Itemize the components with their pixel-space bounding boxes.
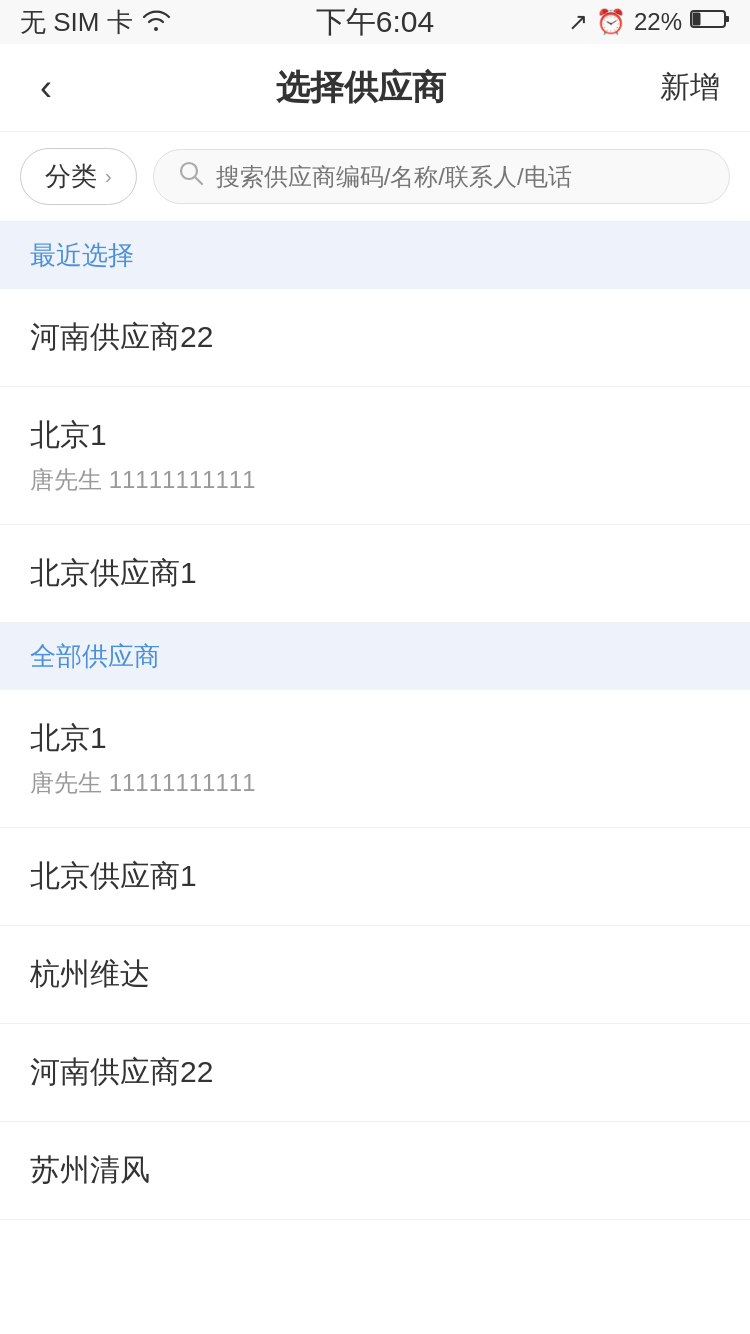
all-section-header: 全部供应商 [0, 623, 750, 690]
status-bar: 无 SIM 卡 下午6:04 ↗ ⏰ 22% [0, 0, 750, 44]
recent-list-item[interactable]: 北京供应商1 [0, 525, 750, 623]
search-input[interactable] [216, 163, 705, 191]
all-list: 北京1 唐先生 11111111111 北京供应商1 杭州维达河南供应商22 苏州清风 [0, 690, 750, 1220]
category-button[interactable]: 分类 › [20, 148, 137, 205]
back-button[interactable]: ‹ [30, 57, 62, 119]
status-right: ↗ ⏰ 22% [568, 8, 730, 36]
wifi-icon [141, 7, 171, 38]
recent-section-label: 最近选择 [30, 240, 134, 270]
recent-section-header: 最近选择 [0, 222, 750, 289]
all-list-item[interactable]: 杭州维达 [0, 926, 750, 1024]
svg-rect-1 [725, 16, 729, 22]
recent-list: 河南供应商22 北京1 唐先生 11111111111 北京供应商1 [0, 289, 750, 623]
alarm-icon: ⏰ [596, 8, 626, 36]
all-section-label: 全部供应商 [30, 641, 160, 671]
signal-text: 无 SIM 卡 [20, 5, 133, 40]
nav-bar: ‹ 选择供应商 新增 [0, 44, 750, 132]
category-label: 分类 [45, 159, 97, 194]
recent-list-item[interactable]: 河南供应商22 [0, 289, 750, 387]
status-time: 下午6:04 [316, 2, 434, 43]
supplier-name: 北京供应商1 [30, 553, 720, 594]
recent-list-item[interactable]: 北京1 唐先生 11111111111 [0, 387, 750, 525]
supplier-name: 苏州清风 [30, 1150, 720, 1191]
supplier-contact: 唐先生 11111111111 [30, 464, 720, 496]
chevron-right-icon: › [105, 165, 112, 188]
supplier-name: 北京供应商1 [30, 856, 720, 897]
svg-line-4 [195, 177, 202, 184]
supplier-name: 杭州维达 [30, 954, 720, 995]
search-box [153, 149, 730, 204]
add-button[interactable]: 新增 [660, 67, 720, 108]
status-left: 无 SIM 卡 [20, 5, 171, 40]
supplier-name: 河南供应商22 [30, 1052, 720, 1093]
battery-text: 22% [634, 8, 682, 36]
search-icon [178, 160, 204, 193]
location-icon: ↗ [568, 8, 588, 36]
supplier-contact: 唐先生 11111111111 [30, 767, 720, 799]
all-list-item[interactable]: 河南供应商22 [0, 1024, 750, 1122]
supplier-name: 北京1 [30, 718, 720, 759]
all-list-item[interactable]: 北京1 唐先生 11111111111 [0, 690, 750, 828]
supplier-name: 河南供应商22 [30, 317, 720, 358]
battery-icon [690, 8, 730, 36]
supplier-name: 北京1 [30, 415, 720, 456]
all-list-item[interactable]: 苏州清风 [0, 1122, 750, 1220]
filter-bar: 分类 › [0, 132, 750, 222]
svg-rect-2 [693, 13, 701, 26]
all-list-item[interactable]: 北京供应商1 [0, 828, 750, 926]
page-title: 选择供应商 [276, 65, 446, 111]
